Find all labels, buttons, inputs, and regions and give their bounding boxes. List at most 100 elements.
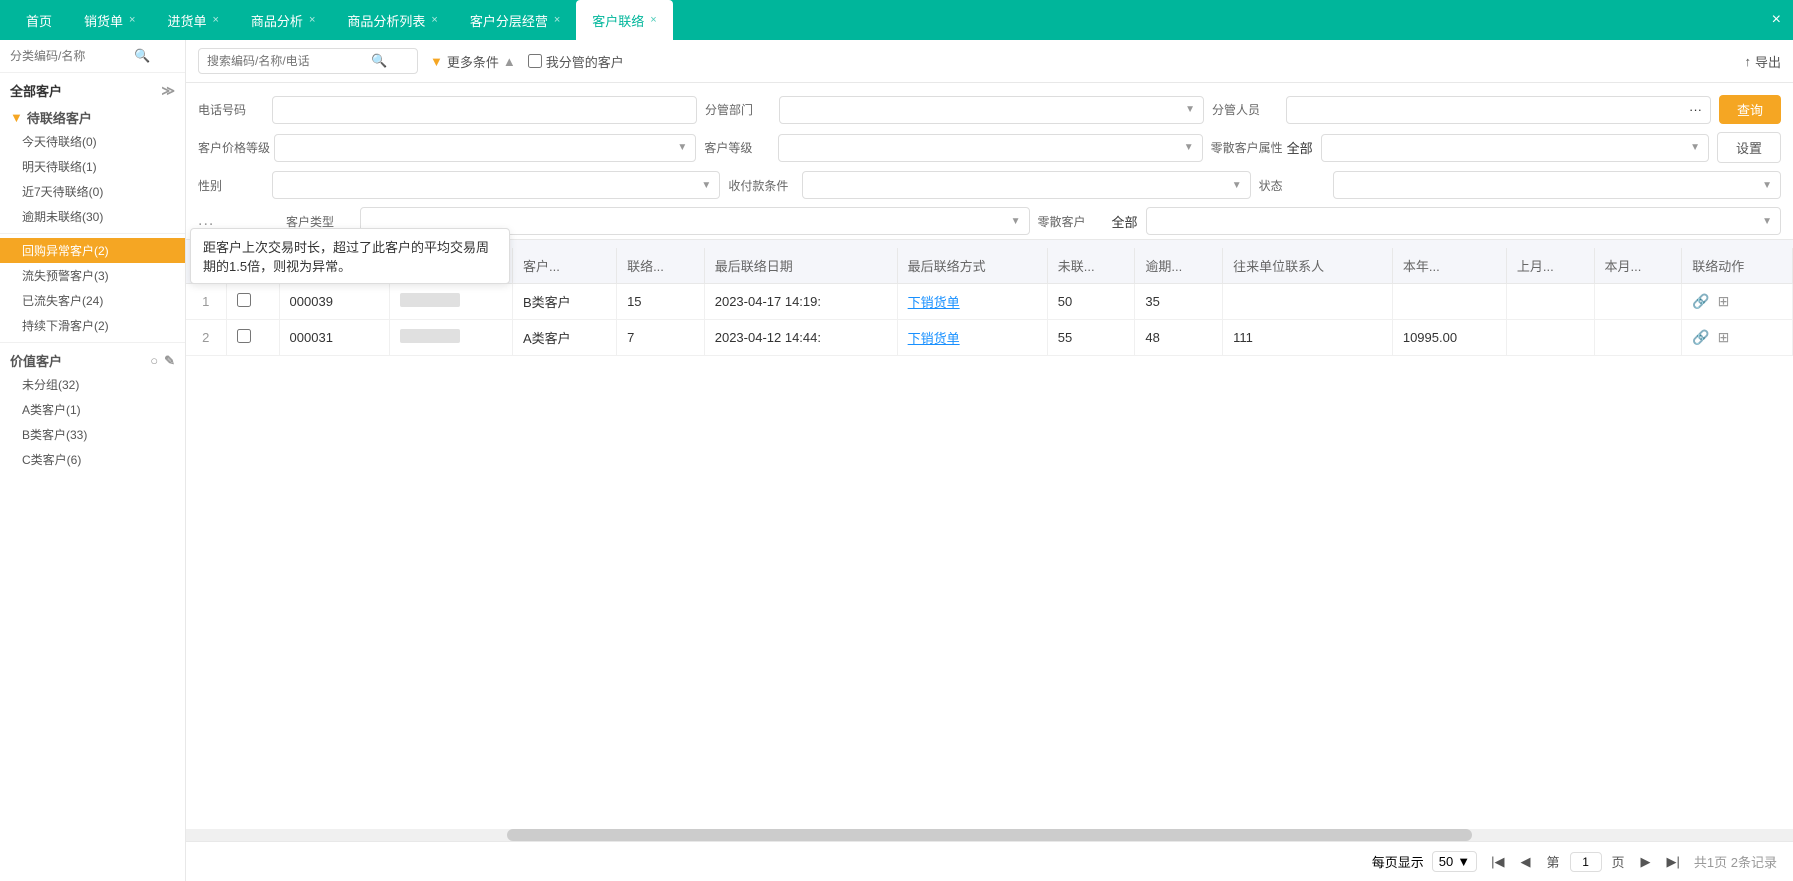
sidebar-item-lost[interactable]: 已流失客户(24) [0, 288, 185, 313]
sidebar-item-repurchase-anomaly[interactable]: 回购异常客户(2) [0, 238, 185, 263]
sidebar-item-unclassified[interactable]: 未分组(32) [0, 372, 185, 397]
my-customers-check: 我分管的客户 [528, 52, 624, 71]
sidebar-item-c-class[interactable]: C类客户(6) [0, 447, 185, 472]
page-number-input[interactable] [1570, 852, 1602, 872]
filter-more-dots[interactable]: ... [198, 212, 214, 229]
query-button[interactable]: 查询 [1719, 95, 1781, 124]
td-actions-1: 🔗 ⊞ [1682, 320, 1793, 356]
search-input[interactable] [207, 54, 367, 68]
nav-tab-purchase[interactable]: 进货单 × [151, 0, 234, 40]
export-button[interactable]: ↑ 导出 [1744, 52, 1781, 71]
sidebar-collapse-icon[interactable]: ≫ [161, 83, 175, 99]
row-checkbox-1[interactable] [237, 329, 251, 343]
sidebar-item-today[interactable]: 今天待联络(0) [0, 129, 185, 154]
filter-gender-label: 性别 [198, 177, 268, 194]
content-area: 🔍 ▼ 更多条件 ▲ 我分管的客户 ↑ 导出 电话号码 [186, 40, 1793, 881]
nav-tab-product-list[interactable]: 商品分析列表 × [331, 0, 453, 40]
filter-retail-customer-label: 零散客户 [1038, 213, 1108, 230]
nav-tab-customer-tier[interactable]: 客户分层经营 × [454, 0, 576, 40]
sidebar-item-b-class[interactable]: B类客户(33) [0, 422, 185, 447]
nav-tab-sales-close[interactable]: × [129, 14, 135, 26]
filter-row-3: 性别 ▼ 收付款条件 ▼ 状态 ▼ [198, 167, 1781, 203]
filter-payment-select[interactable]: ▼ [802, 171, 1250, 199]
more-conditions-label: 更多条件 [447, 52, 499, 71]
sidebar-group2-header: 价值客户 ○ ✎ [0, 347, 185, 372]
filter-bar: 🔍 ▼ 更多条件 ▲ 我分管的客户 ↑ 导出 [186, 40, 1793, 83]
filter-status-select[interactable]: ▼ [1333, 171, 1781, 199]
filter-customer-level-label: 客户等级 [704, 139, 774, 156]
filter-branch-dept-select[interactable]: ▼ [779, 96, 1204, 124]
filter-branch-person-select[interactable]: ··· [1286, 96, 1711, 124]
page-label: 第 [1541, 850, 1566, 873]
page-next-btn[interactable]: ▶ [1635, 852, 1657, 872]
action-link-1[interactable]: 🔗 [1692, 329, 1709, 346]
sidebar-group2-edit[interactable]: ✎ [164, 353, 175, 369]
td-ldate-1: 2023-04-12 14:44: [704, 320, 897, 356]
horizontal-scrollbar[interactable] [186, 829, 1793, 841]
page-first-btn[interactable]: |◀ [1485, 852, 1510, 872]
action-grid-0[interactable]: ⊞ [1718, 293, 1730, 310]
filter-branch-dept-label: 分管部门 [705, 101, 775, 118]
sidebar-item-declining[interactable]: 持续下滑客户(2) [0, 313, 185, 338]
last-contact-link-0[interactable]: 下销货单 [908, 295, 960, 310]
sidebar-item-loss-warning[interactable]: 流失预警客户(3) [0, 263, 185, 288]
td-lmethod-1: 下销货单 [897, 320, 1047, 356]
pagination-bar: 每页显示 50 ▼ |◀ ◀ 第 页 ▶ ▶| 共1页 2条记录 [186, 841, 1793, 881]
td-code-0: 000039 [279, 284, 390, 320]
filter-gender-select[interactable]: ▼ [272, 171, 720, 199]
my-customers-checkbox[interactable] [528, 54, 542, 68]
filter-field-status: 状态 ▼ [1259, 171, 1781, 199]
sidebar-item-tomorrow[interactable]: 明天待联络(1) [0, 154, 185, 179]
nav-tab-customer-tier-label: 客户分层经营 [470, 11, 548, 30]
sidebar-item-7days[interactable]: 近7天待联络(0) [0, 179, 185, 204]
sidebar-search-icon[interactable]: 🔍 [134, 48, 150, 64]
filter-field-retail-customer: 零散客户 全部 ▼ [1038, 207, 1782, 235]
nav-tab-customer-tier-close[interactable]: × [554, 14, 560, 26]
nav-tab-product-analysis[interactable]: 商品分析 × [235, 0, 331, 40]
th-last-month: 上月... [1506, 248, 1594, 284]
sidebar-item-a-class[interactable]: A类客户(1) [0, 397, 185, 422]
scrollbar-thumb[interactable] [507, 829, 1471, 841]
nav-tab-product-analysis-close[interactable]: × [309, 14, 315, 26]
more-conditions-btn[interactable]: ▼ 更多条件 ▲ [430, 52, 516, 71]
filter-retail-attr-select[interactable]: ▼ [1321, 134, 1709, 162]
advanced-filters: 电话号码 分管部门 ▼ 分管人员 ··· 查询 [186, 83, 1793, 240]
nav-tab-customer-contact[interactable]: 客户联络 × [576, 0, 672, 40]
search-wrap: 🔍 [198, 48, 418, 74]
td-ldate-0: 2023-04-17 14:19: [704, 284, 897, 320]
sidebar-group-arrow: ▼ [10, 110, 23, 125]
nav-tab-purchase-close[interactable]: × [212, 14, 218, 26]
action-link-0[interactable]: 🔗 [1692, 293, 1709, 310]
per-page-select[interactable]: 50 ▼ [1432, 851, 1477, 872]
page-last-btn[interactable]: ▶| [1661, 852, 1686, 872]
sidebar-item-overdue[interactable]: 逾期未联络(30) [0, 204, 185, 229]
nav-tab-product-list-close[interactable]: × [431, 14, 437, 26]
tooltip-text: 距客户上次交易时长，超过了此客户的平均交易周期的1.5倍，则视为异常。 [203, 240, 489, 274]
per-page-value: 50 [1439, 854, 1453, 869]
settings-button[interactable]: 设置 [1717, 132, 1781, 163]
td-name-0 [390, 284, 513, 320]
nav-tab-sales[interactable]: 销货单 × [68, 0, 151, 40]
page-prev-btn[interactable]: ◀ [1515, 852, 1537, 872]
th-customer-type: 客户... [512, 248, 616, 284]
td-overdue-1: 48 [1135, 320, 1223, 356]
sidebar-group2-circle[interactable]: ○ [150, 353, 158, 369]
action-grid-1[interactable]: ⊞ [1718, 329, 1730, 346]
filter-retail-customer-select[interactable]: ▼ [1146, 207, 1781, 235]
filter-icon: ▼ [430, 54, 443, 69]
sidebar-group2-label: 价值客户 [10, 351, 62, 370]
last-contact-link-1[interactable]: 下销货单 [908, 331, 960, 346]
row-checkbox-0[interactable] [237, 293, 251, 307]
nav-tab-customer-contact-close[interactable]: × [650, 14, 656, 26]
nav-tab-home[interactable]: 首页 [10, 0, 68, 40]
search-icon[interactable]: 🔍 [371, 53, 387, 69]
window-close-button[interactable]: × [1772, 11, 1781, 29]
td-cb-1 [226, 320, 279, 356]
filter-customer-level-select[interactable]: ▼ [778, 134, 1202, 162]
nav-tab-product-analysis-label: 商品分析 [251, 11, 303, 30]
td-lmethod-0: 下销货单 [897, 284, 1047, 320]
td-ctype-1: A类客户 [512, 320, 616, 356]
filter-phone-select[interactable] [272, 96, 697, 124]
filter-price-level-select[interactable]: ▼ [274, 134, 696, 162]
sidebar-search-input[interactable] [10, 49, 130, 63]
